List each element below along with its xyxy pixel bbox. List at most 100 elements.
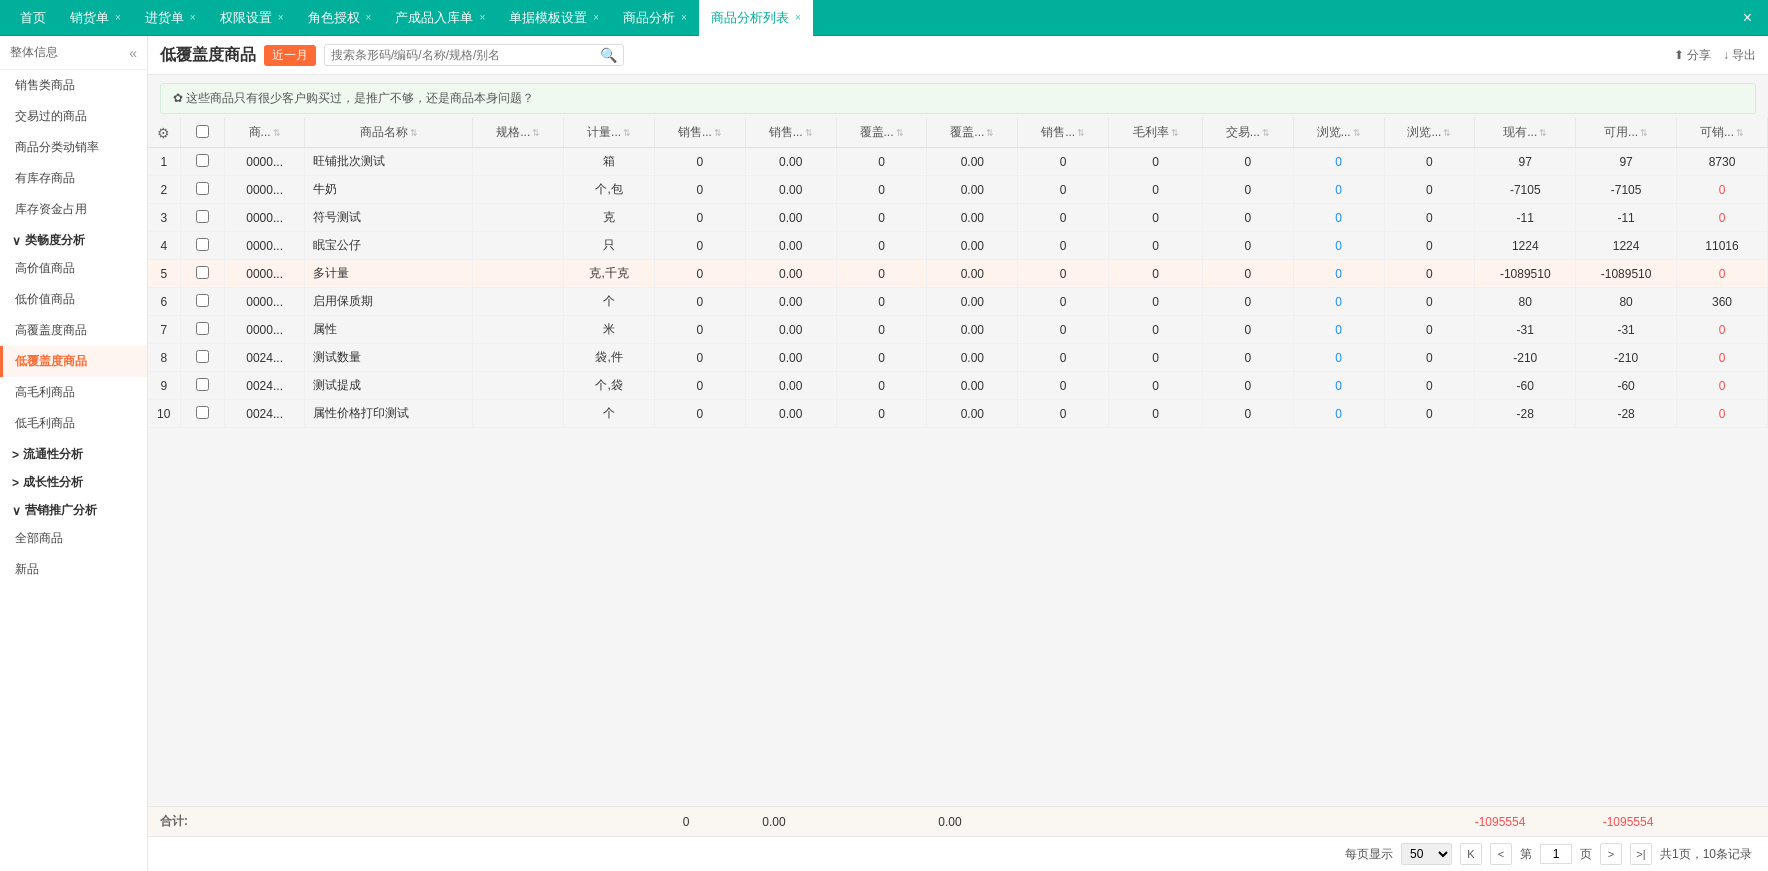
sidebar-item-high-margin[interactable]: 高毛利商品 <box>0 377 147 408</box>
cell-checkbox[interactable] <box>180 400 225 428</box>
th-settings[interactable]: ⚙ <box>148 118 180 148</box>
th-browse1[interactable]: 浏览...⇅ <box>1293 118 1384 148</box>
row-checkbox[interactable] <box>196 294 209 307</box>
nav-template[interactable]: 单据模板设置 × <box>497 0 611 36</box>
sidebar-item-high-coverage[interactable]: 高覆盖度商品 <box>0 315 147 346</box>
cell-browse1[interactable]: 0 <box>1293 148 1384 176</box>
sidebar-section-marketing[interactable]: ∨ 营销推广分析 <box>0 495 147 523</box>
browse-link[interactable]: 0 <box>1335 211 1342 225</box>
row-checkbox[interactable] <box>196 154 209 167</box>
share-button[interactable]: ⬆ 分享 <box>1674 47 1711 64</box>
export-button[interactable]: ↓ 导出 <box>1723 47 1756 64</box>
th-sales3[interactable]: 销售...⇅ <box>1018 118 1109 148</box>
cell-checkbox[interactable] <box>180 288 225 316</box>
nav-roles[interactable]: 角色授权 × <box>296 0 384 36</box>
nav-product-analysis[interactable]: 商品分析 × <box>611 0 699 36</box>
th-name[interactable]: 商品名称⇅ <box>305 118 473 148</box>
cell-browse1[interactable]: 0 <box>1293 316 1384 344</box>
nav-purchase-close[interactable]: × <box>190 0 196 36</box>
sidebar-section-growth[interactable]: > 成长性分析 <box>0 467 147 495</box>
cell-browse1[interactable]: 0 <box>1293 288 1384 316</box>
row-checkbox[interactable] <box>196 378 209 391</box>
nav-sales-close[interactable]: × <box>115 0 121 36</box>
next-page-button[interactable]: > <box>1600 843 1622 865</box>
sidebar-item-high-value[interactable]: 高价值商品 <box>0 253 147 284</box>
sidebar-section-sales-velocity[interactable]: ∨ 类畅度分析 <box>0 225 147 253</box>
row-checkbox[interactable] <box>196 182 209 195</box>
per-page-select[interactable]: 50 100 200 <box>1401 843 1452 865</box>
cell-checkbox[interactable] <box>180 176 225 204</box>
row-checkbox[interactable] <box>196 350 209 363</box>
browse-link[interactable]: 0 <box>1335 323 1342 337</box>
sidebar-item-in-stock[interactable]: 有库存商品 <box>0 163 147 194</box>
sidebar-item-new-products[interactable]: 新品 <box>0 554 147 585</box>
th-sales1[interactable]: 销售...⇅ <box>654 118 745 148</box>
th-cover1[interactable]: 覆盖...⇅ <box>836 118 927 148</box>
row-checkbox[interactable] <box>196 210 209 223</box>
cell-checkbox[interactable] <box>180 232 225 260</box>
row-checkbox[interactable] <box>196 322 209 335</box>
nav-permissions[interactable]: 权限设置 × <box>208 0 296 36</box>
sidebar-item-traded-products[interactable]: 交易过的商品 <box>0 101 147 132</box>
th-browse2[interactable]: 浏览...⇅ <box>1384 118 1475 148</box>
sidebar-item-sales-products[interactable]: 销售类商品 <box>0 70 147 101</box>
sidebar-item-capital-ratio[interactable]: 库存资金占用 <box>0 194 147 225</box>
th-unit[interactable]: 计量...⇅ <box>564 118 655 148</box>
time-filter-button[interactable]: 近一月 <box>264 45 316 66</box>
th-trade[interactable]: 交易...⇅ <box>1202 118 1293 148</box>
nav-template-close[interactable]: × <box>593 0 599 36</box>
prev-page-button[interactable]: < <box>1490 843 1512 865</box>
nav-product-analysis-list[interactable]: 商品分析列表 × <box>699 0 813 36</box>
search-input[interactable] <box>331 48 596 62</box>
th-sales2[interactable]: 销售...⇅ <box>745 118 836 148</box>
nav-product-entry-close[interactable]: × <box>479 0 485 36</box>
nav-product-analysis-list-close[interactable]: × <box>795 0 801 36</box>
browse-link[interactable]: 0 <box>1335 267 1342 281</box>
row-checkbox[interactable] <box>196 406 209 419</box>
cell-browse1[interactable]: 0 <box>1293 260 1384 288</box>
cell-browse1[interactable]: 0 <box>1293 204 1384 232</box>
th-spec[interactable]: 规格...⇅ <box>473 118 564 148</box>
browse-link[interactable]: 0 <box>1335 155 1342 169</box>
row-checkbox[interactable] <box>196 266 209 279</box>
th-checkbox[interactable] <box>180 118 225 148</box>
last-page-button[interactable]: >| <box>1630 843 1652 865</box>
browse-link[interactable]: 0 <box>1335 295 1342 309</box>
nav-sales[interactable]: 销货单 × <box>58 0 133 36</box>
cell-browse1[interactable]: 0 <box>1293 372 1384 400</box>
th-cover2[interactable]: 覆盖...⇅ <box>927 118 1018 148</box>
gear-icon[interactable]: ⚙ <box>157 125 170 141</box>
th-saleable[interactable]: 可销...⇅ <box>1677 118 1768 148</box>
cell-browse1[interactable]: 0 <box>1293 400 1384 428</box>
select-all-checkbox[interactable] <box>196 125 209 138</box>
nav-roles-close[interactable]: × <box>366 0 372 36</box>
browse-link[interactable]: 0 <box>1335 183 1342 197</box>
nav-product-analysis-close[interactable]: × <box>681 0 687 36</box>
window-close-button[interactable]: × <box>1735 9 1760 27</box>
row-checkbox[interactable] <box>196 238 209 251</box>
page-number-input[interactable]: 1 <box>1540 844 1572 864</box>
th-gross[interactable]: 毛利率⇅ <box>1109 118 1203 148</box>
th-stock1[interactable]: 现有...⇅ <box>1475 118 1576 148</box>
browse-link[interactable]: 0 <box>1335 379 1342 393</box>
sidebar-collapse-button[interactable]: « <box>129 45 137 61</box>
sidebar-item-all-products[interactable]: 全部商品 <box>0 523 147 554</box>
sidebar-section-circulation[interactable]: > 流通性分析 <box>0 439 147 467</box>
browse-link[interactable]: 0 <box>1335 407 1342 421</box>
cell-browse1[interactable]: 0 <box>1293 344 1384 372</box>
cell-browse1[interactable]: 0 <box>1293 176 1384 204</box>
th-code[interactable]: 商...⇅ <box>225 118 305 148</box>
sidebar-item-low-value[interactable]: 低价值商品 <box>0 284 147 315</box>
nav-home[interactable]: 首页 <box>8 0 58 36</box>
nav-product-entry[interactable]: 产成品入库单 × <box>383 0 497 36</box>
cell-checkbox[interactable] <box>180 204 225 232</box>
browse-link[interactable]: 0 <box>1335 351 1342 365</box>
cell-checkbox[interactable] <box>180 260 225 288</box>
nav-permissions-close[interactable]: × <box>278 0 284 36</box>
table-container[interactable]: ⚙ 商...⇅ 商品名称⇅ 规格...⇅ 计量...⇅ 销售...⇅ 销售...… <box>148 118 1768 806</box>
nav-purchase[interactable]: 进货单 × <box>133 0 208 36</box>
sidebar-item-low-margin[interactable]: 低毛利商品 <box>0 408 147 439</box>
cell-checkbox[interactable] <box>180 372 225 400</box>
sidebar-item-low-coverage[interactable]: 低覆盖度商品 <box>0 346 147 377</box>
cell-browse1[interactable]: 0 <box>1293 232 1384 260</box>
